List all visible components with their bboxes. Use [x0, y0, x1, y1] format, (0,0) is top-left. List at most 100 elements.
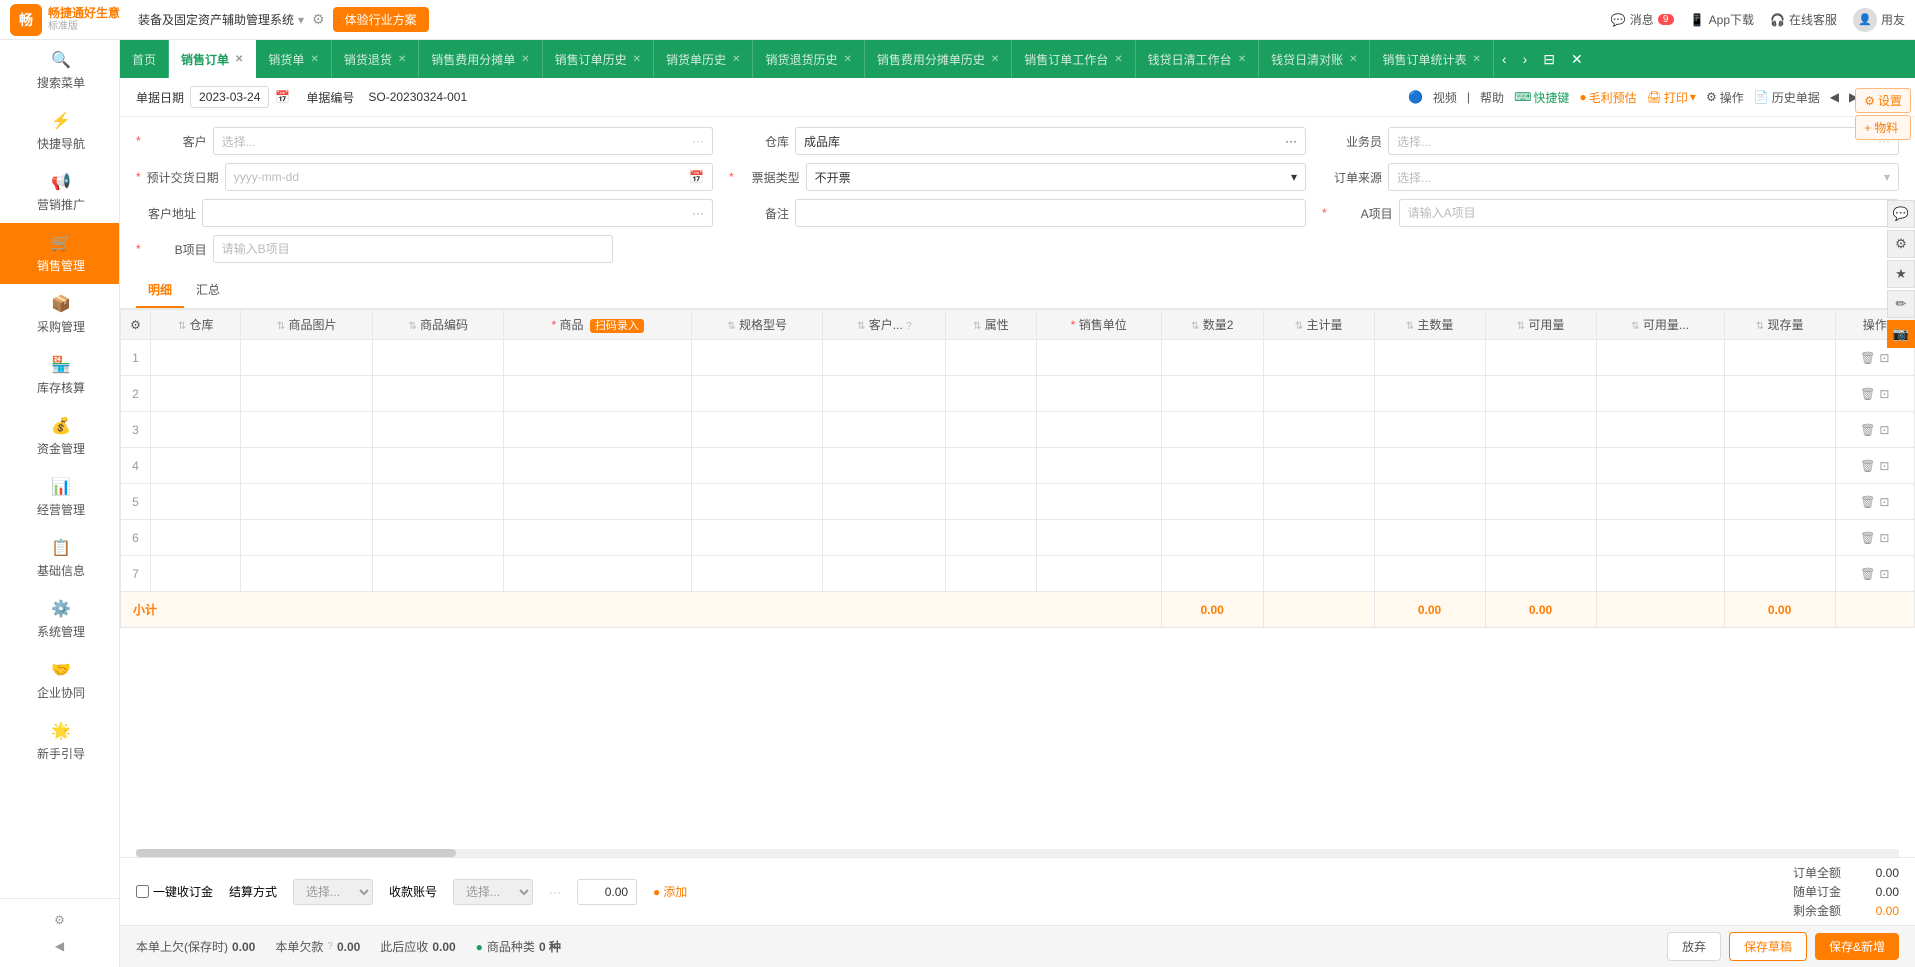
row-5-product[interactable]: [504, 484, 691, 520]
row-6-attribute[interactable]: [946, 520, 1036, 556]
tab-close-icon[interactable]: ✕: [310, 54, 318, 65]
sidebar-item-marketing[interactable]: 📢 营销推广: [0, 162, 119, 223]
tab-sales-refund-history[interactable]: 销货退货历史 ✕: [753, 40, 864, 78]
row-1-main-qty[interactable]: [1374, 340, 1485, 376]
tab-close-icon[interactable]: ✕: [1114, 54, 1122, 65]
invoice-type-select[interactable]: 不开票 ▾: [806, 163, 1306, 191]
tab-cash-daily-workbench[interactable]: 钱贷日清工作台 ✕: [1136, 40, 1259, 78]
app-download-button[interactable]: 📱 App下载: [1690, 11, 1754, 28]
tab-close-all-button[interactable]: ✕: [1563, 40, 1591, 78]
sidebar-item-operation[interactable]: 📊 经营管理: [0, 467, 119, 528]
row-2-qty2[interactable]: [1161, 376, 1263, 412]
online-service-button[interactable]: 🎧 在线客服: [1770, 11, 1837, 28]
row-4-spec[interactable]: [691, 448, 823, 484]
help-button[interactable]: 帮助: [1480, 89, 1504, 106]
settings-gear-icon[interactable]: ⚙: [312, 11, 325, 28]
one-click-order-checkbox[interactable]: 一键收订金: [136, 883, 213, 900]
row-6-product[interactable]: [504, 520, 691, 556]
customer-address-input[interactable]: ···: [202, 199, 713, 227]
tab-close-icon[interactable]: ✕: [1238, 54, 1246, 65]
sidebar-collapse-button[interactable]: ◀: [0, 933, 119, 959]
copy-icon[interactable]: ⊡: [1879, 351, 1889, 365]
row-3-stock[interactable]: [1724, 412, 1835, 448]
tab-cash-daily-reconcile[interactable]: 钱贷日清对账 ✕: [1259, 40, 1370, 78]
tab-prev-button[interactable]: ‹: [1494, 40, 1515, 78]
copy-icon[interactable]: ⊡: [1879, 387, 1889, 401]
row-7-spec[interactable]: [691, 556, 823, 592]
customer-input[interactable]: 选择... ···: [213, 127, 713, 155]
tab-sales-return-history[interactable]: 销货单历史 ✕: [654, 40, 753, 78]
row-1-attribute[interactable]: [946, 340, 1036, 376]
discard-button[interactable]: 放弃: [1667, 932, 1721, 961]
th-image[interactable]: ⇅ 商品图片: [241, 310, 373, 340]
th-qty2[interactable]: ⇅ 数量2: [1161, 310, 1263, 340]
row-4-customer-code[interactable]: [823, 448, 946, 484]
row-6-customer-code[interactable]: [823, 520, 946, 556]
row-7-main-unit[interactable]: [1263, 556, 1374, 592]
row-2-attribute[interactable]: [946, 376, 1036, 412]
calendar-icon[interactable]: 📅: [275, 90, 290, 104]
row-7-unit[interactable]: [1036, 556, 1161, 592]
float-tool-5[interactable]: 📷: [1887, 320, 1915, 348]
th-unit[interactable]: * 销售单位: [1036, 310, 1161, 340]
row-5-qty2[interactable]: [1161, 484, 1263, 520]
row-1-code[interactable]: [372, 340, 504, 376]
tab-sales-return[interactable]: 销货单 ✕: [256, 40, 331, 78]
row-5-available2[interactable]: [1596, 484, 1724, 520]
table-scroll-thumb[interactable]: [136, 849, 456, 857]
float-tool-1[interactable]: 💬: [1887, 200, 1915, 228]
row-1-warehouse[interactable]: [151, 340, 241, 376]
row-4-stock[interactable]: [1724, 448, 1835, 484]
row-3-main-qty[interactable]: [1374, 412, 1485, 448]
tab-summary[interactable]: 汇总: [184, 273, 232, 308]
row-1-available[interactable]: [1485, 340, 1596, 376]
delete-icon[interactable]: 🗑: [1860, 531, 1875, 545]
row-7-available2[interactable]: [1596, 556, 1724, 592]
save-new-button[interactable]: 保存&新增: [1815, 933, 1899, 960]
th-stock[interactable]: ⇅ 现存量: [1724, 310, 1835, 340]
row-7-product[interactable]: [504, 556, 691, 592]
row-4-qty2[interactable]: [1161, 448, 1263, 484]
row-4-code[interactable]: [372, 448, 504, 484]
th-product[interactable]: * 商品 扫码录入: [504, 310, 691, 340]
row-5-main-unit[interactable]: [1263, 484, 1374, 520]
copy-icon[interactable]: ⊡: [1879, 567, 1889, 581]
row-4-available[interactable]: [1485, 448, 1596, 484]
delete-icon[interactable]: 🗑: [1860, 351, 1875, 365]
row-2-image[interactable]: [241, 376, 373, 412]
delete-icon[interactable]: 🗑: [1860, 459, 1875, 473]
row-5-warehouse[interactable]: [151, 484, 241, 520]
history-button[interactable]: 📄 历史单据: [1754, 89, 1820, 106]
delete-icon[interactable]: 🗑: [1860, 495, 1875, 509]
th-attribute[interactable]: ⇅ 属性: [946, 310, 1036, 340]
row-2-main-qty[interactable]: [1374, 376, 1485, 412]
th-warehouse[interactable]: ⇅ 仓库: [151, 310, 241, 340]
row-5-attribute[interactable]: [946, 484, 1036, 520]
row-5-stock[interactable]: [1724, 484, 1835, 520]
tab-close-icon[interactable]: ✕: [1473, 54, 1481, 65]
row-6-image[interactable]: [241, 520, 373, 556]
row-2-stock[interactable]: [1724, 376, 1835, 412]
row-5-image[interactable]: [241, 484, 373, 520]
tab-close-icon[interactable]: ✕: [235, 54, 243, 65]
row-3-qty2[interactable]: [1161, 412, 1263, 448]
row-4-attribute[interactable]: [946, 448, 1036, 484]
row-6-code[interactable]: [372, 520, 504, 556]
row-6-main-qty[interactable]: [1374, 520, 1485, 556]
sidebar-item-enterprise[interactable]: 🤝 企业协同: [0, 650, 119, 711]
row-5-customer-code[interactable]: [823, 484, 946, 520]
add-button[interactable]: ● 添加: [653, 883, 687, 900]
delete-icon[interactable]: 🗑: [1860, 567, 1875, 581]
th-code[interactable]: ⇅ 商品编码: [372, 310, 504, 340]
row-7-qty2[interactable]: [1161, 556, 1263, 592]
tab-close-icon[interactable]: ✕: [633, 54, 641, 65]
th-spec[interactable]: ⇅ 规格型号: [691, 310, 823, 340]
operation-button[interactable]: ⚙ 操作: [1706, 89, 1744, 106]
tab-next-button[interactable]: ›: [1515, 40, 1536, 78]
row-7-stock[interactable]: [1724, 556, 1835, 592]
row-4-image[interactable]: [241, 448, 373, 484]
row-5-unit[interactable]: [1036, 484, 1161, 520]
scan-btn[interactable]: 扫码录入: [590, 319, 644, 333]
row-4-main-unit[interactable]: [1263, 448, 1374, 484]
tab-home[interactable]: 首页: [120, 40, 169, 78]
